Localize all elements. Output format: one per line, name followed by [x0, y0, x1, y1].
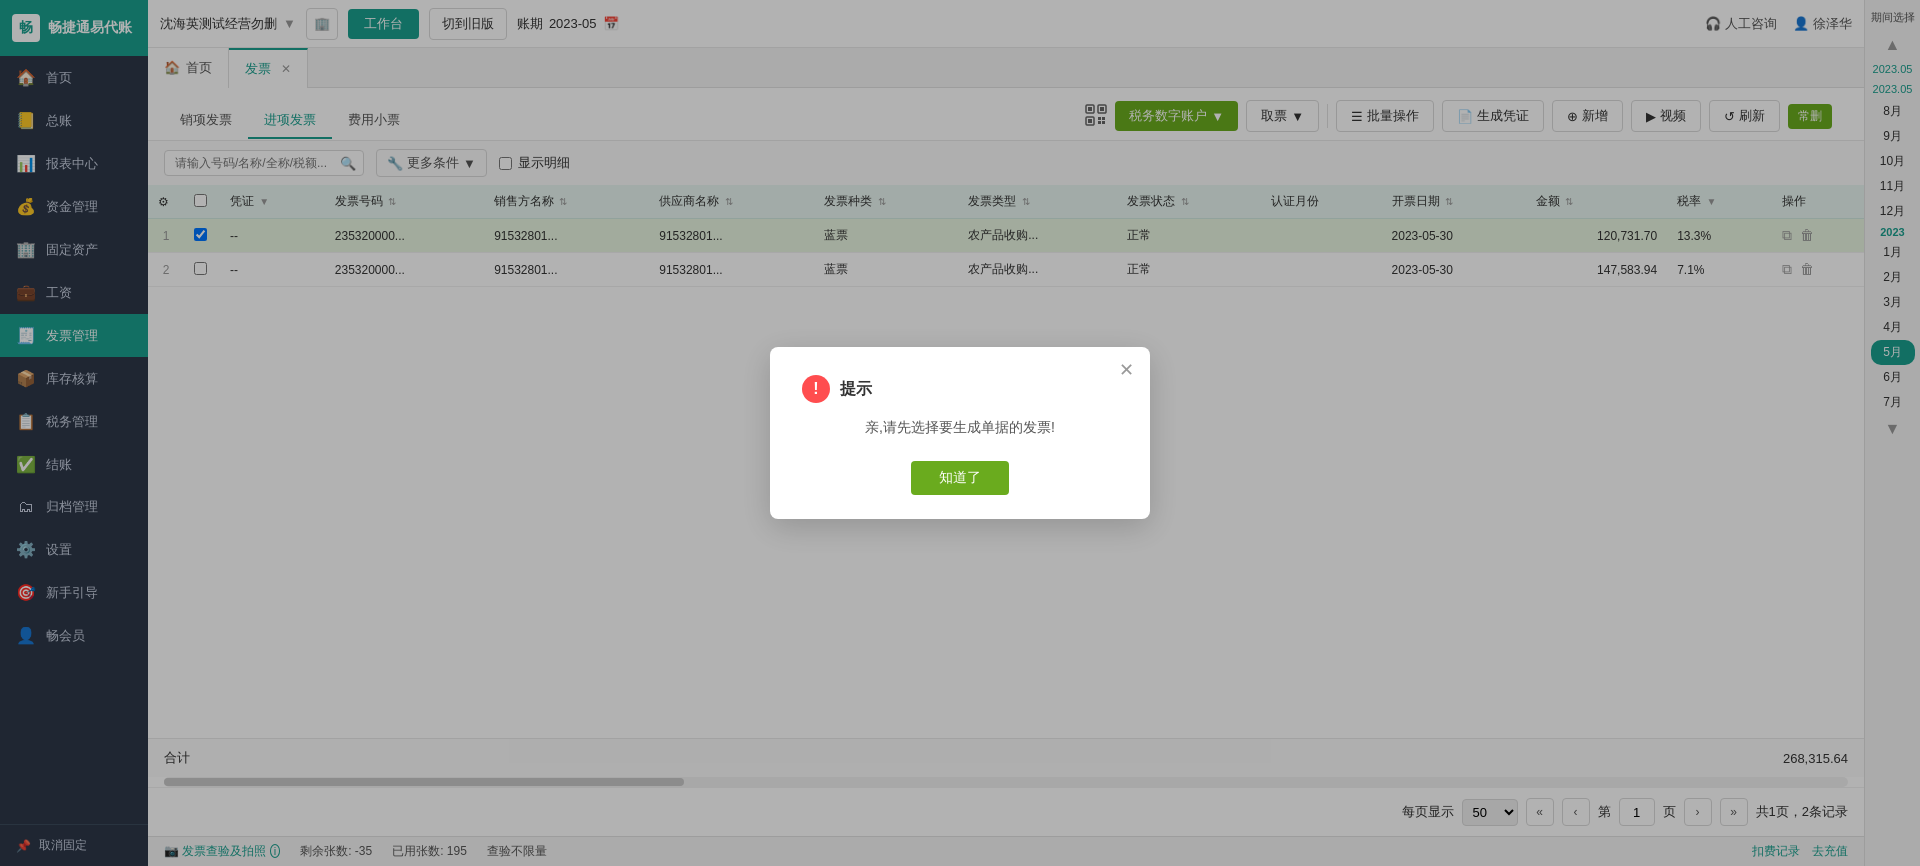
modal-title: 提示: [840, 379, 872, 400]
modal-confirm-btn[interactable]: 知道了: [911, 461, 1009, 495]
modal-close-btn[interactable]: ✕: [1119, 359, 1134, 381]
warning-icon: !: [802, 375, 830, 403]
modal-footer: 知道了: [802, 461, 1118, 495]
modal-message: 亲,请先选择要生成单据的发票!: [802, 419, 1118, 437]
modal-overlay[interactable]: ✕ ! 提示 亲,请先选择要生成单据的发票! 知道了: [0, 0, 1920, 866]
modal-dialog: ✕ ! 提示 亲,请先选择要生成单据的发票! 知道了: [770, 347, 1150, 519]
modal-header: ! 提示: [802, 375, 1118, 403]
